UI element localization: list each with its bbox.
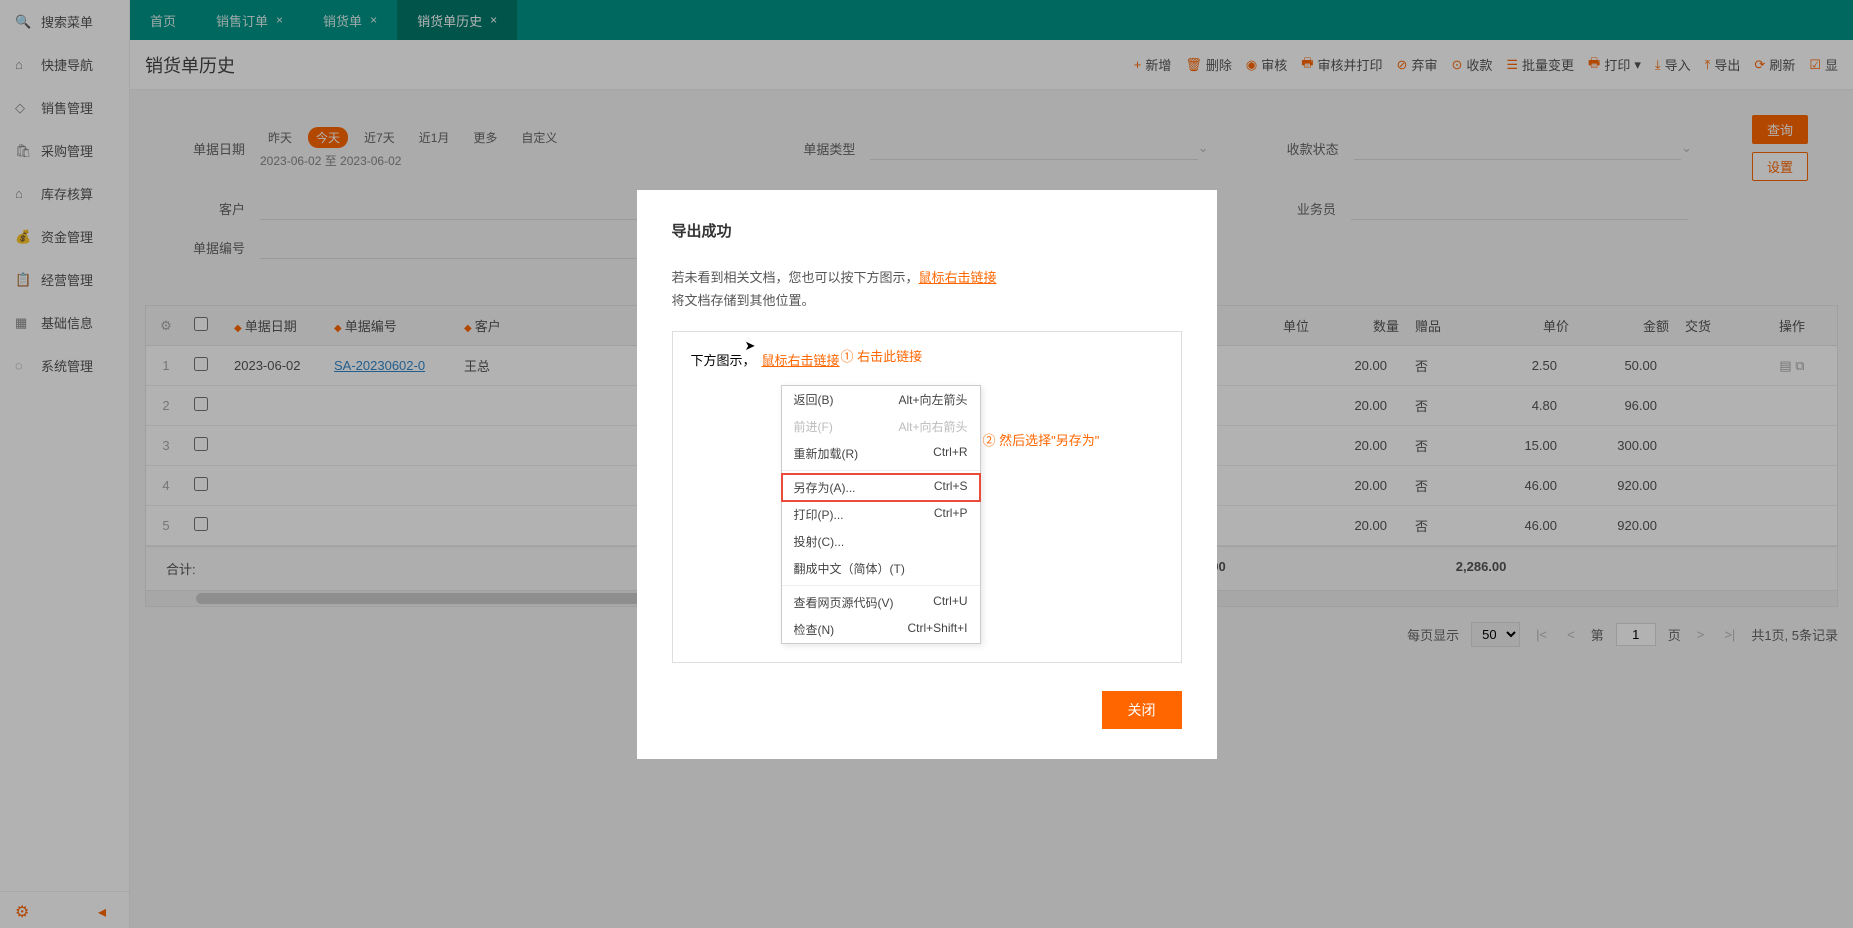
modal-mask: 导出成功 若未看到相关文档，您也可以按下方图示，鼠标右击链接 将文档存储到其他位… — [0, 0, 1853, 928]
context-menu-item: 打印(P)...Ctrl+P — [782, 501, 980, 528]
context-menu-item: 检查(N)Ctrl+Shift+I — [782, 616, 980, 643]
context-menu-item: 另存为(A)...Ctrl+S — [782, 474, 980, 501]
context-menu-item: 前进(F)Alt+向右箭头 — [782, 413, 980, 440]
context-menu-item: 返回(B)Alt+向左箭头 — [782, 386, 980, 413]
context-menu: 返回(B)Alt+向左箭头前进(F)Alt+向右箭头重新加载(R)Ctrl+R 另… — [781, 385, 981, 644]
annotation-1: ① 右击此链接 — [841, 346, 923, 365]
context-menu-item: 查看网页源代码(V)Ctrl+U — [782, 589, 980, 616]
modal-figure: ① 右击此链接 ② 然后选择"另存为" 下方图示， 鼠标右击链接 ➤ 返回(B)… — [672, 331, 1182, 663]
context-menu-item: 翻成中文（简体）(T) — [782, 555, 980, 582]
right-click-link[interactable]: 鼠标右击链接 — [919, 270, 997, 285]
modal-text: 若未看到相关文档，您也可以按下方图示，鼠标右击链接 将文档存储到其他位置。 — [672, 266, 1182, 313]
annotation-2: ② 然后选择"另存为" — [983, 430, 1100, 449]
export-success-modal: 导出成功 若未看到相关文档，您也可以按下方图示，鼠标右击链接 将文档存储到其他位… — [637, 190, 1217, 759]
cursor-icon: ➤ — [745, 338, 756, 354]
figure-link: 鼠标右击链接 — [762, 350, 840, 369]
close-button[interactable]: 关闭 — [1102, 691, 1182, 729]
context-menu-item: 重新加载(R)Ctrl+R — [782, 440, 980, 467]
context-menu-item: 投射(C)... — [782, 528, 980, 555]
modal-title: 导出成功 — [672, 220, 1182, 241]
